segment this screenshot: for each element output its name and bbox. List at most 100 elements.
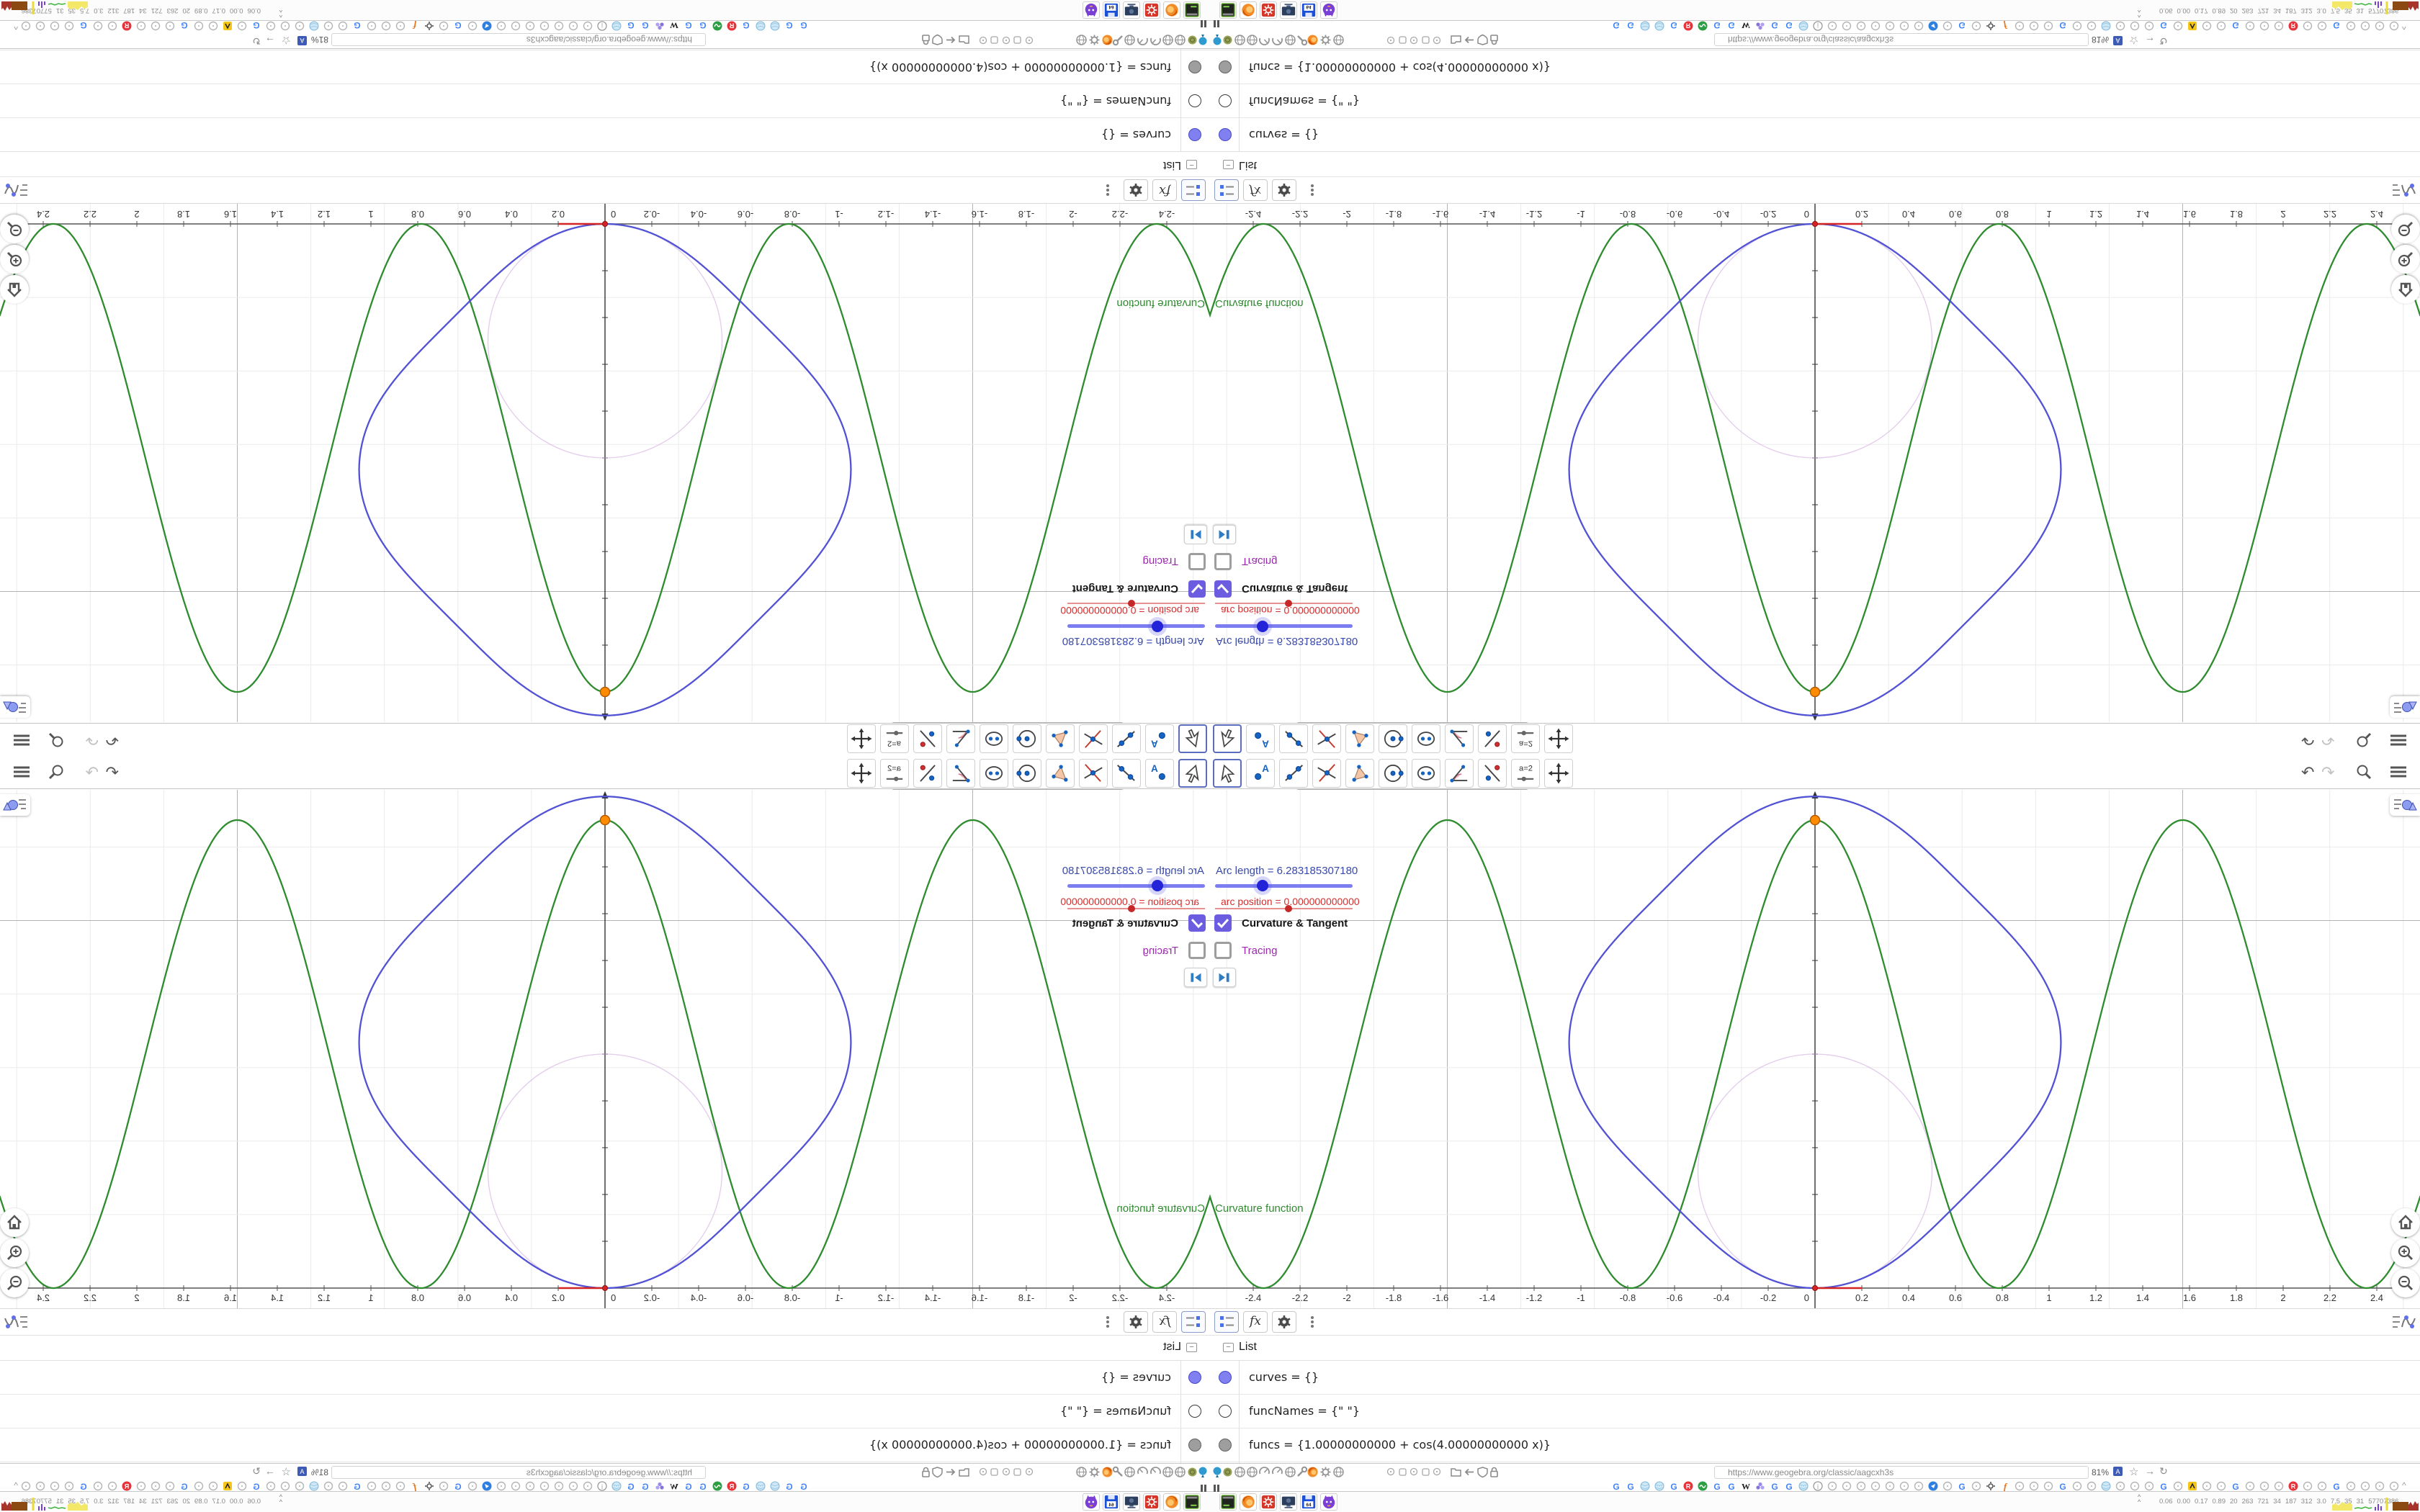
tab-favicon-g[interactable]: G bbox=[2231, 20, 2241, 31]
gauge-icon[interactable] bbox=[1150, 34, 1162, 46]
tab-favicon-g[interactable]: G bbox=[1770, 20, 1780, 31]
collapse-icon[interactable]: − bbox=[1223, 160, 1234, 169]
slider-thumb[interactable] bbox=[1257, 621, 1268, 632]
tab-favicon-sphere[interactable] bbox=[309, 21, 319, 31]
dotcircle-icon[interactable] bbox=[1433, 1466, 1445, 1478]
tab-favicon-sphere[interactable] bbox=[1654, 21, 1664, 31]
tab-favicon-ring[interactable] bbox=[554, 21, 564, 31]
tab-favicon-g[interactable]: G bbox=[698, 20, 708, 31]
tab-favicon-ring[interactable] bbox=[367, 1481, 377, 1491]
taskbar-app-cat[interactable] bbox=[1320, 1, 1337, 19]
tab-favicon-f[interactable]: f bbox=[2000, 1481, 2010, 1492]
tab-favicon-g[interactable]: G bbox=[2058, 20, 2068, 31]
slider-thumb[interactable] bbox=[1128, 600, 1135, 607]
dotcircle-icon[interactable] bbox=[1021, 1466, 1034, 1478]
tool-angle[interactable] bbox=[946, 724, 975, 753]
tab-overflow-icon[interactable]: ^ bbox=[2402, 1480, 2406, 1490]
wrench-icon[interactable] bbox=[1112, 34, 1124, 46]
tool-slider[interactable]: a=2 bbox=[1511, 724, 1540, 753]
tab-favicon-g[interactable]: G bbox=[251, 20, 261, 31]
play-animation-button[interactable] bbox=[1213, 525, 1236, 544]
tool-polygon[interactable] bbox=[1046, 759, 1075, 788]
settings-button[interactable] bbox=[1124, 179, 1148, 201]
tab-favicon-g[interactable]: G bbox=[2331, 1481, 2341, 1492]
tab-favicon-w[interactable]: W bbox=[1741, 1481, 1751, 1492]
tab-favicon-ring[interactable] bbox=[93, 1481, 103, 1491]
arc-position-point[interactable] bbox=[1811, 220, 1819, 228]
panel-toggle-button[interactable] bbox=[2390, 696, 2420, 718]
tool-line-point[interactable] bbox=[1478, 724, 1507, 753]
tab-favicon-g[interactable]: G bbox=[626, 1481, 636, 1492]
redo-icon[interactable]: ↷ bbox=[2321, 763, 2334, 782]
globe-icon[interactable] bbox=[1174, 34, 1186, 46]
tab-favicon-yellow[interactable] bbox=[223, 21, 233, 31]
tab-favicon-ring[interactable] bbox=[266, 1481, 276, 1491]
tab-favicon-ring[interactable] bbox=[107, 21, 117, 31]
arc-position-slider[interactable] bbox=[1067, 599, 1205, 608]
tab-favicon-ring[interactable] bbox=[208, 1481, 218, 1491]
tab-favicon-ring[interactable] bbox=[439, 1481, 449, 1491]
tab-favicon-ring[interactable] bbox=[511, 21, 521, 31]
tool-line[interactable] bbox=[1112, 724, 1141, 753]
firefox-icon[interactable] bbox=[1101, 1466, 1113, 1478]
kebab-menu-icon[interactable] bbox=[1101, 1315, 1115, 1331]
tool-intersect-lines[interactable] bbox=[1079, 759, 1108, 788]
tab-favicon-g[interactable]: G bbox=[799, 1481, 809, 1492]
visibility-marble-blue[interactable] bbox=[1219, 1371, 1232, 1384]
olive-icon[interactable] bbox=[1222, 34, 1234, 46]
tracing-checkbox[interactable] bbox=[1214, 942, 1232, 959]
tab-favicon-ring[interactable] bbox=[2043, 21, 2053, 31]
square-icon[interactable] bbox=[1010, 34, 1022, 46]
tab-favicon-g[interactable]: G bbox=[1712, 20, 1722, 31]
tab-favicon-green[interactable] bbox=[1698, 1481, 1708, 1491]
tab-favicon-ring[interactable] bbox=[525, 1481, 535, 1491]
graphics-view[interactable]: -2.4 -2.2 -2 -1.8 -1.6 -1.4 -1.2 -1 -0.8 -0.6 -0.4… bbox=[1210, 790, 2420, 1308]
tool-point[interactable]: A bbox=[1246, 759, 1275, 788]
tab-favicon-ring[interactable] bbox=[381, 1481, 391, 1491]
zoom-out-button[interactable] bbox=[0, 215, 29, 243]
tab-favicon-ring[interactable] bbox=[2346, 1481, 2356, 1491]
list-header-row[interactable]: − List bbox=[1210, 151, 2420, 176]
tab-favicon-f[interactable]: f bbox=[410, 20, 420, 31]
address-bar[interactable]: https://www.geogebra.org/classic/aagcxh3… bbox=[1714, 1466, 2089, 1479]
algebra-row[interactable]: funcs = {1.00000000000 + cos(4.000000000… bbox=[0, 50, 1210, 84]
fx-button[interactable]: fx bbox=[1243, 179, 1268, 201]
stats-chevron-icon[interactable]: ^ ^ bbox=[279, 6, 282, 19]
tool-move-cursor[interactable] bbox=[1178, 724, 1207, 753]
reload-icon[interactable]: ↻ bbox=[2159, 35, 2168, 47]
tab-favicon-ya[interactable]: R bbox=[122, 21, 132, 31]
dotcircle-icon[interactable] bbox=[1386, 1466, 1399, 1478]
tab-favicon-ring[interactable] bbox=[107, 1481, 117, 1491]
taskbar-app-firefox[interactable] bbox=[1240, 1, 1257, 19]
play-animation-button[interactable] bbox=[1184, 968, 1207, 987]
globe-icon[interactable] bbox=[1246, 1466, 1258, 1478]
tab-favicon-ring[interactable] bbox=[2346, 21, 2356, 31]
gear-icon[interactable] bbox=[1319, 34, 1332, 46]
tab-favicon-yellow[interactable] bbox=[2187, 1481, 2197, 1491]
tracing-checkbox[interactable] bbox=[1214, 553, 1232, 570]
algebra-row[interactable]: funcs = {1.00000000000 + cos(4.000000000… bbox=[1210, 50, 2420, 84]
fx-button[interactable]: fx bbox=[1243, 1311, 1268, 1333]
tab-favicon-g[interactable]: G bbox=[1957, 20, 1967, 31]
zoom-out-button[interactable] bbox=[0, 1269, 29, 1297]
pause-icon[interactable] bbox=[1199, 20, 1206, 30]
tab-favicon-ring[interactable] bbox=[323, 21, 333, 31]
tool-slider[interactable]: a=2 bbox=[880, 724, 909, 753]
slider-thumb[interactable] bbox=[1152, 621, 1163, 632]
square-icon[interactable] bbox=[1398, 1466, 1410, 1478]
tool-polygon[interactable] bbox=[1046, 724, 1075, 753]
tool-pan-view[interactable] bbox=[847, 724, 876, 753]
tab-favicon-g[interactable]: G bbox=[684, 20, 694, 31]
gear-icon[interactable] bbox=[1319, 1466, 1332, 1478]
tab-favicon-ring[interactable] bbox=[2216, 21, 2226, 31]
gauge-icon[interactable] bbox=[1150, 1466, 1162, 1478]
tab-favicon-ya[interactable]: R bbox=[1683, 21, 1693, 31]
tool-conic[interactable] bbox=[1412, 724, 1440, 753]
tab-favicon-ring[interactable] bbox=[266, 21, 276, 31]
tab-favicon-ring[interactable] bbox=[496, 21, 506, 31]
tab-favicon-ring[interactable] bbox=[2173, 1481, 2183, 1491]
tab-favicon-g[interactable]: G bbox=[453, 20, 463, 31]
visibility-marble-white[interactable] bbox=[1188, 94, 1201, 107]
tab-favicon-g[interactable]: G bbox=[698, 1481, 708, 1492]
zoom-in-button[interactable] bbox=[0, 245, 29, 274]
